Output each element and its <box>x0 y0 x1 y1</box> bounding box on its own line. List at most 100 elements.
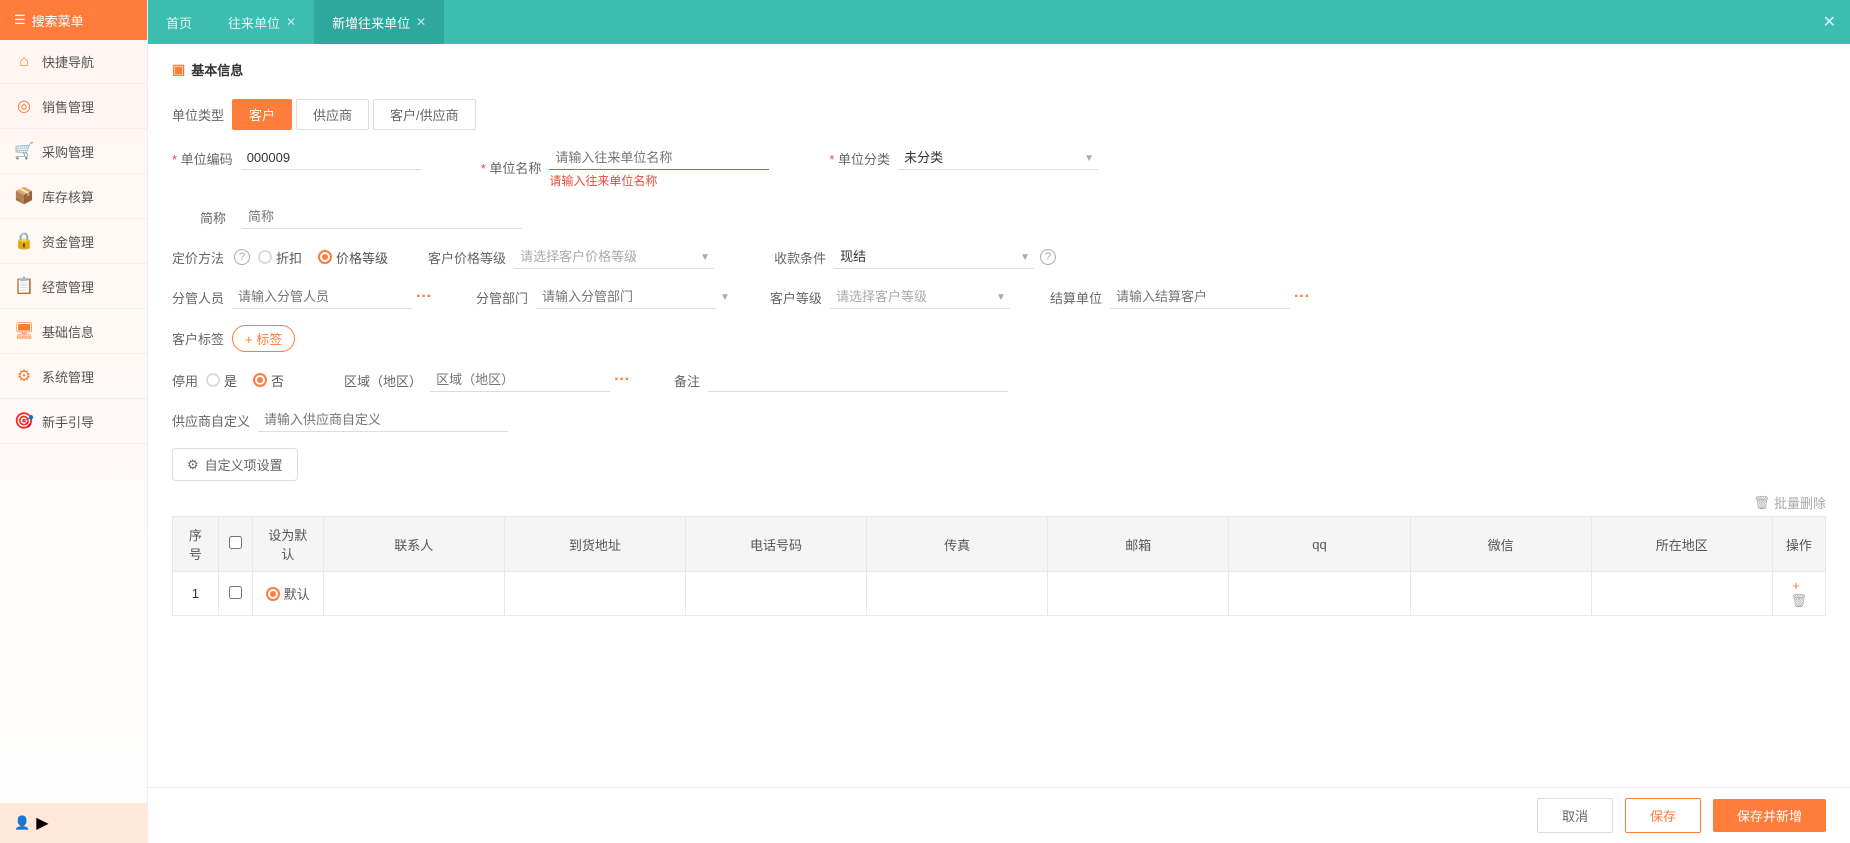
customer-price-level-select[interactable]: 请选择客户价格等级 <box>514 245 714 269</box>
save-add-button[interactable]: 保存并新增 <box>1713 799 1826 832</box>
settlement-more-btn[interactable]: ··· <box>1290 288 1314 306</box>
sidebar-item-label: 新手引导 <box>42 412 94 431</box>
payment-terms-help-icon[interactable]: ? <box>1040 249 1056 265</box>
region-field: 区域（地区） ··· <box>344 368 634 392</box>
custom-settings-wrapper: ⚙ 自定义项设置 <box>172 448 1826 481</box>
short-name-input[interactable] <box>242 205 522 229</box>
unit-code-input[interactable] <box>241 146 421 170</box>
bars-icon: ▶ <box>36 813 48 833</box>
disabled-yes-radio[interactable]: 是 <box>206 371 237 390</box>
sidebar-item-sales[interactable]: ◎ 销售管理 <box>0 84 147 129</box>
sidebar-user[interactable]: 👤 ▶ <box>0 803 147 843</box>
sidebar-item-label: 快捷导航 <box>42 52 94 71</box>
sidebar-item-basic[interactable]: 🖥 基础信息 <box>0 309 147 354</box>
supervisor-label: 分管人员 <box>172 288 224 307</box>
disabled-field: 停用 是 否 <box>172 371 284 390</box>
region-table-input[interactable] <box>1602 586 1762 601</box>
col-region: 所在地区 <box>1591 517 1772 572</box>
phone-input[interactable] <box>696 586 856 601</box>
pricing-radio-group: 折扣 价格等级 <box>258 248 388 267</box>
settlement-unit-field: 结算单位 ··· <box>1050 285 1314 309</box>
col-address: 到货地址 <box>504 517 685 572</box>
discount-label: 折扣 <box>276 248 302 267</box>
custom-settings-label: 自定义项设置 <box>205 455 283 474</box>
sidebar-search[interactable]: ☰ 搜索菜单 <box>0 0 147 40</box>
bulk-delete-label: 批量删除 <box>1774 493 1826 512</box>
sidebar-item-operations[interactable]: 📋 经营管理 <box>0 264 147 309</box>
region-more-btn[interactable]: ··· <box>610 371 634 389</box>
system-icon: ⚙ <box>14 366 34 386</box>
unit-name-input[interactable] <box>549 146 769 170</box>
save-button[interactable]: 保存 <box>1625 798 1701 833</box>
address-input[interactable] <box>515 586 675 601</box>
custom-settings-btn[interactable]: ⚙ 自定义项设置 <box>172 448 298 481</box>
department-input[interactable] <box>536 285 716 309</box>
supervisor-input[interactable] <box>232 285 412 309</box>
unit-category-select[interactable]: 未分类 <box>898 146 1098 170</box>
sidebar-item-purchase[interactable]: 🛒 采购管理 <box>0 129 147 174</box>
tab-home[interactable]: 首页 <box>148 0 210 44</box>
customer-level-field: 客户等级 请选择客户等级 ▼ <box>770 285 1010 309</box>
level-radio-dot <box>318 250 332 264</box>
region-input[interactable] <box>430 368 610 392</box>
cell-phone <box>685 572 866 616</box>
select-all-checkbox[interactable] <box>229 536 242 549</box>
sidebar: ☰ 搜索菜单 ⌂ 快捷导航 ◎ 销售管理 🛒 采购管理 📦 库存核算 🔒 资金管… <box>0 0 148 843</box>
wechat-input[interactable] <box>1421 586 1581 601</box>
department-field: 分管部门 ▼ <box>476 285 730 309</box>
unit-btn-supplier[interactable]: 供应商 <box>296 99 369 130</box>
sidebar-item-label: 经营管理 <box>42 277 94 296</box>
tab-new-partner[interactable]: 新增往来单位 ✕ <box>314 0 444 44</box>
cancel-button[interactable]: 取消 <box>1537 798 1613 833</box>
close-all-tabs[interactable]: ✕ <box>1809 12 1850 32</box>
unit-btn-customer[interactable]: 客户 <box>232 99 292 130</box>
unit-name-field: 单位名称 请输入往来单位名称 <box>481 146 770 189</box>
contact-input[interactable] <box>334 586 494 601</box>
add-tag-button[interactable]: + 标签 <box>232 325 295 352</box>
col-phone: 电话号码 <box>685 517 866 572</box>
sidebar-item-finance[interactable]: 🔒 资金管理 <box>0 219 147 264</box>
discount-radio-dot <box>258 250 272 264</box>
email-input[interactable] <box>1058 586 1218 601</box>
settlement-unit-input[interactable] <box>1110 285 1290 309</box>
remark-field: 备注 <box>674 368 1008 392</box>
tab-partner[interactable]: 往来单位 ✕ <box>210 0 314 44</box>
level-label: 价格等级 <box>336 248 388 267</box>
col-action: 操作 <box>1772 517 1825 572</box>
unit-name-label: 单位名称 <box>481 158 542 177</box>
pricing-discount-radio[interactable]: 折扣 <box>258 248 302 267</box>
supplier-custom-input[interactable] <box>258 408 508 432</box>
unit-code-field: 单位编码 <box>172 146 421 170</box>
sidebar-item-system[interactable]: ⚙ 系统管理 <box>0 354 147 399</box>
add-row-btn[interactable]: + <box>1792 578 1800 593</box>
supervisor-more-btn[interactable]: ··· <box>412 288 436 306</box>
delete-row-btn[interactable]: 🗑 <box>1791 593 1808 608</box>
qq-input[interactable] <box>1239 586 1399 601</box>
yes-radio-dot <box>206 373 220 387</box>
customer-level-select[interactable]: 请选择客户等级 <box>830 285 1010 309</box>
tab-partner-label: 往来单位 <box>228 13 280 32</box>
sidebar-item-guide[interactable]: 🎯 新手引导 <box>0 399 147 444</box>
payment-terms-select[interactable]: 现结 <box>834 245 1034 269</box>
row-checkbox[interactable] <box>229 586 242 599</box>
cell-seq: 1 <box>173 572 219 616</box>
col-contact: 联系人 <box>323 517 504 572</box>
tab-new-partner-close[interactable]: ✕ <box>416 15 426 29</box>
unit-btn-both[interactable]: 客户/供应商 <box>373 99 476 130</box>
default-radio[interactable]: 默认 <box>263 584 313 603</box>
fax-input[interactable] <box>877 586 1037 601</box>
disabled-no-radio[interactable]: 否 <box>253 371 284 390</box>
sidebar-item-inventory[interactable]: 📦 库存核算 <box>0 174 147 219</box>
basic-icon: 🖥 <box>14 321 34 341</box>
short-name-label: 简称 <box>200 208 226 227</box>
pricing-help-icon[interactable]: ? <box>234 249 250 265</box>
sidebar-item-quick-nav[interactable]: ⌂ 快捷导航 <box>0 40 147 84</box>
pricing-level-radio[interactable]: 价格等级 <box>318 248 388 267</box>
unit-code-input-group <box>241 146 421 170</box>
department-label: 分管部门 <box>476 288 528 307</box>
unit-code-label: 单位编码 <box>172 149 233 168</box>
remark-input[interactable] <box>708 368 1008 392</box>
unit-category-label: 单位分类 <box>829 149 890 168</box>
tab-new-partner-label: 新增往来单位 <box>332 13 410 32</box>
tab-partner-close[interactable]: ✕ <box>286 15 296 29</box>
